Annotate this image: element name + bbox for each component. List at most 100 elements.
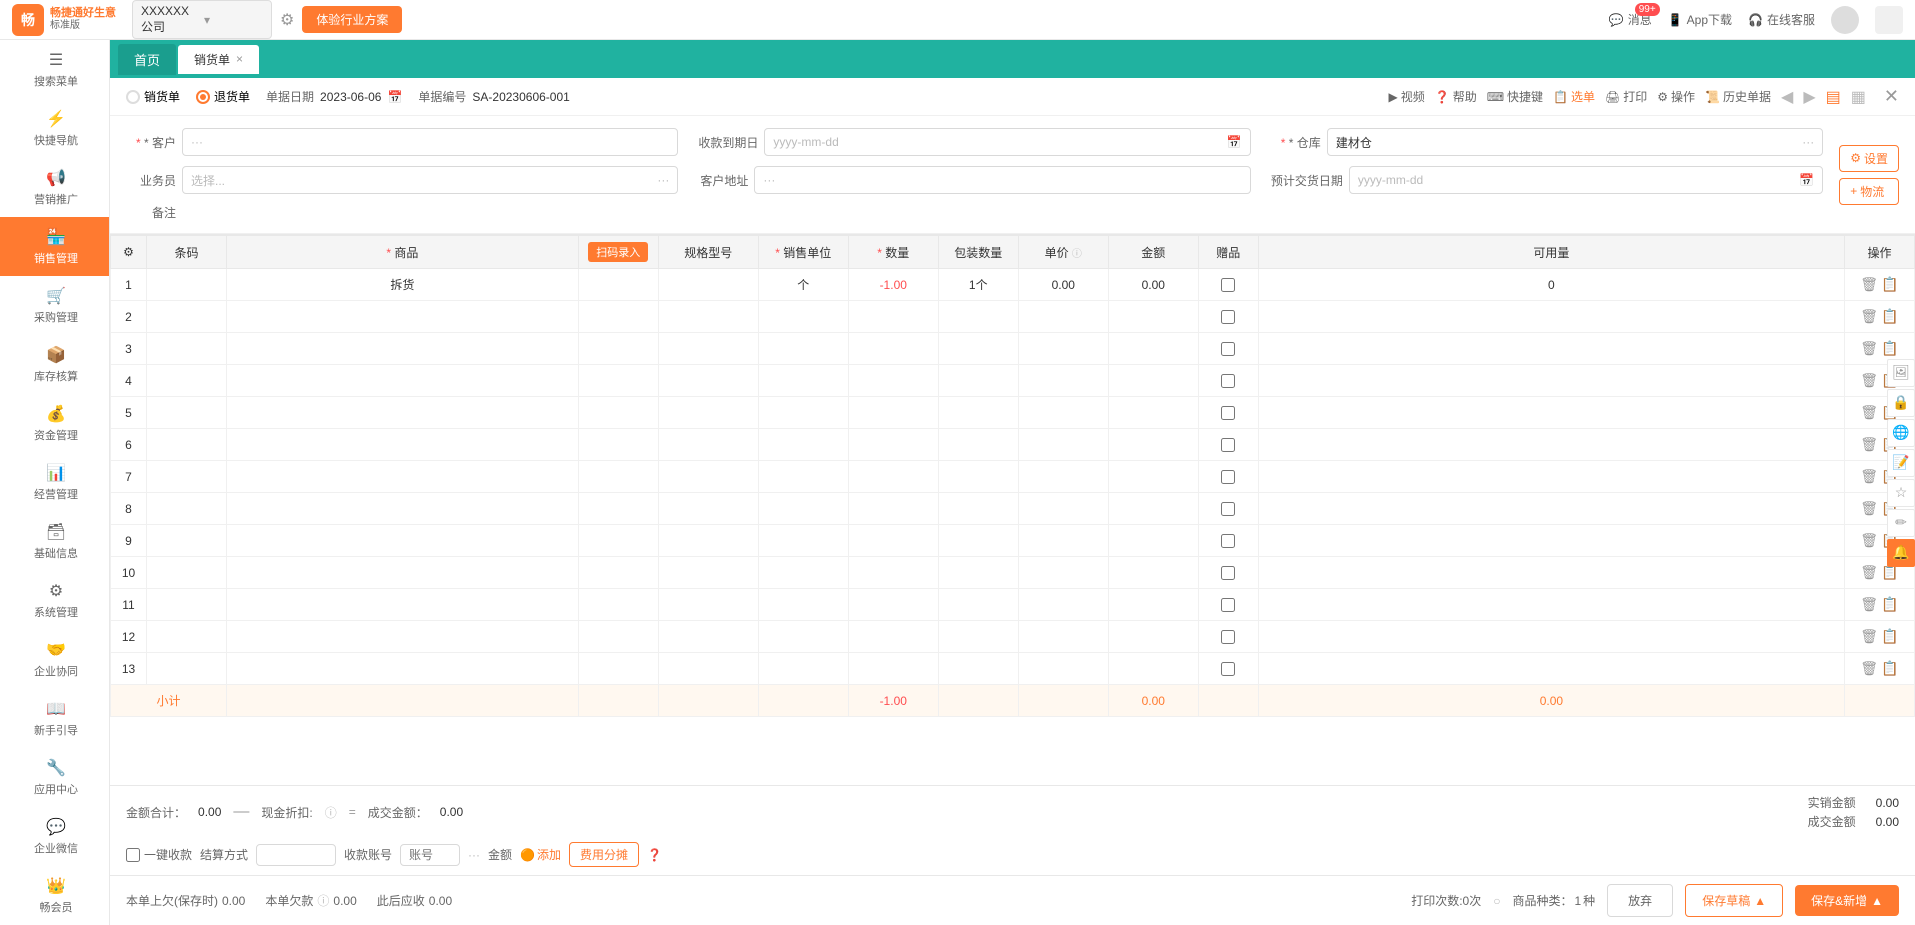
right-tool-star[interactable]: ☆ — [1887, 479, 1915, 507]
row-product[interactable] — [227, 333, 579, 365]
gift-checkbox[interactable] — [1221, 342, 1235, 356]
settings-icon[interactable]: ⚙ — [280, 10, 294, 30]
row-amount[interactable] — [1108, 557, 1198, 589]
row-price[interactable] — [1018, 397, 1108, 429]
row-price[interactable] — [1018, 301, 1108, 333]
row-product[interactable] — [227, 589, 579, 621]
row-pkg-qty[interactable] — [938, 397, 1018, 429]
row-product[interactable] — [227, 429, 579, 461]
row-qty[interactable] — [848, 301, 938, 333]
row-spec[interactable] — [658, 493, 758, 525]
row-product[interactable] — [227, 365, 579, 397]
history-button[interactable]: 📜 历史单据 — [1705, 88, 1771, 105]
row-price[interactable] — [1018, 653, 1108, 685]
sidebar-item-purchase[interactable]: 🛒 采购管理 — [0, 276, 109, 335]
list-view-icon[interactable]: ▤ — [1826, 87, 1841, 107]
row-amount[interactable] — [1108, 365, 1198, 397]
payment-date-input[interactable]: yyyy-mm-dd 📅 — [764, 128, 1250, 156]
row-product[interactable] — [227, 397, 579, 429]
row-product[interactable] — [227, 461, 579, 493]
sidebar-item-appstore[interactable]: 🔧 应用中心 — [0, 748, 109, 807]
discard-button[interactable]: 放弃 — [1607, 884, 1673, 917]
row-amount[interactable] — [1108, 653, 1198, 685]
right-tool-image[interactable]: 🖼 — [1887, 359, 1915, 387]
grid-view-icon[interactable]: ▦ — [1851, 87, 1866, 107]
row-pkg-qty[interactable] — [938, 557, 1018, 589]
logistics-button[interactable]: + 物流 — [1839, 178, 1899, 205]
video-button[interactable]: ▶ 视频 — [1389, 88, 1425, 105]
save-new-button[interactable]: 保存&新增 ▲ — [1795, 885, 1899, 916]
row-gift[interactable] — [1198, 333, 1258, 365]
tab-sales-order[interactable]: 销货单 × — [178, 45, 259, 74]
row-unit[interactable] — [758, 557, 848, 589]
delete-row-icon[interactable]: 🗑 — [1860, 660, 1878, 676]
row-gift[interactable] — [1198, 429, 1258, 461]
row-spec[interactable] — [658, 429, 758, 461]
row-gift[interactable] — [1198, 461, 1258, 493]
row-qty[interactable] — [848, 429, 938, 461]
delete-row-icon[interactable]: 🗑 — [1860, 436, 1878, 452]
sidebar-item-wechat[interactable]: 💬 企业微信 — [0, 807, 109, 866]
salesperson-input[interactable]: 选择... ··· — [182, 166, 678, 194]
row-barcode[interactable] — [147, 397, 227, 429]
gift-checkbox[interactable] — [1221, 470, 1235, 484]
onetime-payment-check[interactable] — [126, 848, 140, 862]
row-qty[interactable] — [848, 589, 938, 621]
delete-row-icon[interactable]: 🗑 — [1860, 372, 1878, 388]
row-price[interactable] — [1018, 493, 1108, 525]
row-pkg-qty[interactable] — [938, 333, 1018, 365]
row-unit[interactable] — [758, 493, 848, 525]
row-qty[interactable] — [848, 493, 938, 525]
payment-method-input[interactable] — [256, 844, 336, 866]
row-unit[interactable] — [758, 589, 848, 621]
row-spec[interactable] — [658, 525, 758, 557]
row-spec[interactable] — [658, 333, 758, 365]
row-price[interactable] — [1018, 365, 1108, 397]
row-amount[interactable] — [1108, 397, 1198, 429]
nav-prev-icon[interactable]: ◀ — [1781, 87, 1793, 107]
copy-row-icon[interactable]: 📋 — [1881, 628, 1898, 644]
gift-checkbox[interactable] — [1221, 566, 1235, 580]
gift-checkbox[interactable] — [1221, 598, 1235, 612]
gift-checkbox[interactable] — [1221, 374, 1235, 388]
sidebar-item-search[interactable]: ☰ 搜索菜单 — [0, 40, 109, 99]
account-no-input[interactable] — [400, 844, 460, 866]
onetime-payment-checkbox[interactable]: 一键收款 — [126, 846, 192, 863]
row-pkg-qty[interactable] — [938, 493, 1018, 525]
row-gift[interactable] — [1198, 301, 1258, 333]
row-unit[interactable] — [758, 365, 848, 397]
sidebar-item-member[interactable]: 👑 畅会员 — [0, 866, 109, 925]
copy-row-icon[interactable]: 📋 — [1881, 596, 1898, 612]
sidebar-item-sales[interactable]: 🏪 销售管理 — [0, 217, 109, 276]
copy-row-icon[interactable]: 📋 — [1881, 308, 1898, 324]
delete-row-icon[interactable]: 🗑 — [1860, 500, 1878, 516]
ops-button[interactable]: ⚙ 操作 — [1657, 88, 1695, 105]
row-product[interactable] — [227, 653, 579, 685]
row-gift[interactable] — [1198, 397, 1258, 429]
delete-row-icon[interactable]: 🗑 — [1860, 276, 1878, 292]
row-unit[interactable] — [758, 397, 848, 429]
row-qty[interactable] — [848, 461, 938, 493]
row-barcode[interactable] — [147, 589, 227, 621]
debit-info-icon[interactable]: ⓘ — [317, 892, 329, 909]
row-amount[interactable]: 0.00 — [1108, 269, 1198, 301]
trial-button[interactable]: 体验行业方案 — [302, 6, 402, 33]
app-download-button[interactable]: 📱 App下载 — [1668, 11, 1732, 28]
gift-checkbox[interactable] — [1221, 310, 1235, 324]
row-price[interactable] — [1018, 333, 1108, 365]
select-button[interactable]: 📋 选单 — [1553, 88, 1595, 105]
row-amount[interactable] — [1108, 333, 1198, 365]
delete-row-icon[interactable]: 🗑 — [1860, 404, 1878, 420]
messages-button[interactable]: 💬 消息 99+ — [1609, 11, 1652, 28]
sidebar-item-quicknav[interactable]: ⚡ 快捷导航 — [0, 99, 109, 158]
gift-checkbox[interactable] — [1221, 278, 1235, 292]
row-barcode[interactable] — [147, 493, 227, 525]
nav-next-icon[interactable]: ▶ — [1803, 87, 1815, 107]
row-amount[interactable] — [1108, 621, 1198, 653]
save-draft-button[interactable]: 保存草稿 ▲ — [1685, 884, 1783, 917]
copy-row-icon[interactable]: 📋 — [1881, 276, 1898, 292]
row-amount[interactable] — [1108, 429, 1198, 461]
sidebar-item-cooperation[interactable]: 🤝 企业协同 — [0, 630, 109, 689]
row-spec[interactable] — [658, 461, 758, 493]
row-pkg-qty[interactable] — [938, 525, 1018, 557]
